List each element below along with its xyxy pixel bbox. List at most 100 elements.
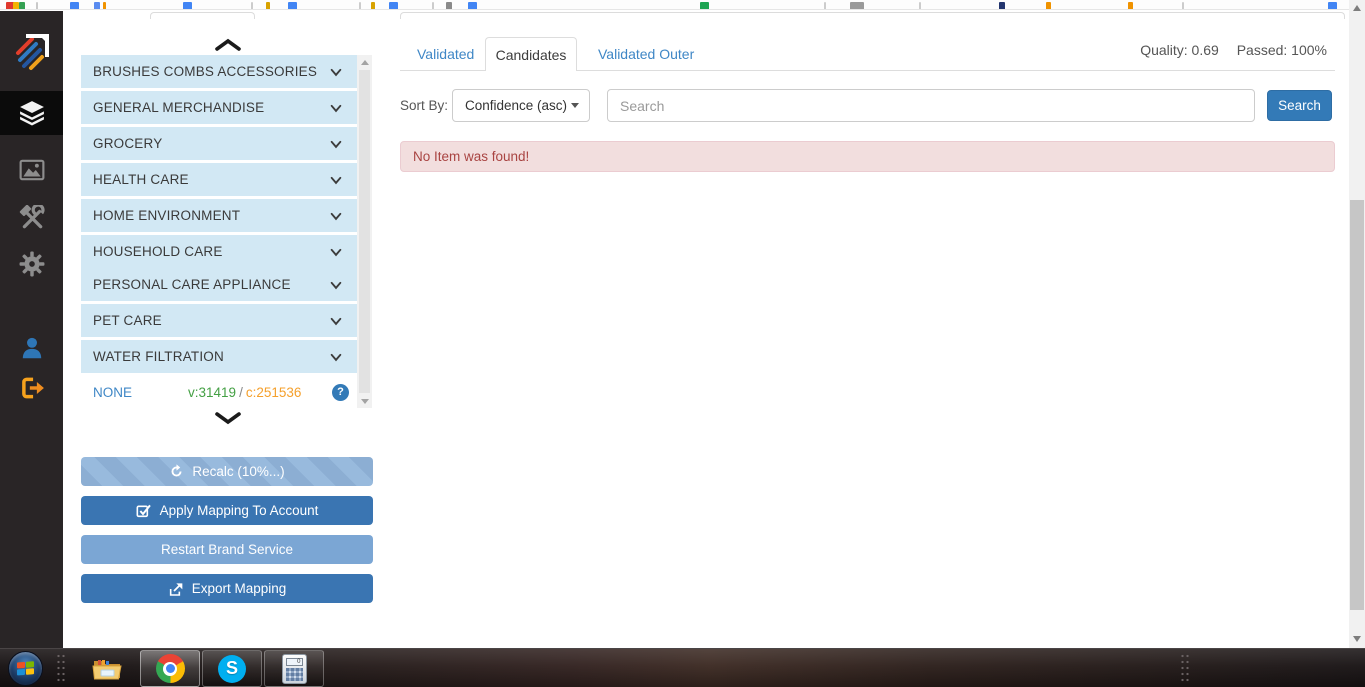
- chevron-down-icon: [571, 103, 579, 108]
- chevron-down-icon: [330, 140, 342, 148]
- chevron-down-icon: [330, 353, 342, 361]
- check-square-icon: [136, 504, 151, 517]
- bookmark-favicon[interactable]: [389, 2, 398, 9]
- restart-label: Restart Brand Service: [160, 542, 294, 557]
- windows-logo-icon: [17, 660, 34, 675]
- start-button[interactable]: [8, 651, 43, 686]
- category-row[interactable]: BRUSHES COMBS ACCESSORIES: [81, 55, 357, 88]
- calculator-icon: 0: [281, 653, 307, 684]
- bookmark-favicon[interactable]: [1182, 2, 1184, 9]
- category-row[interactable]: PERSONAL CARE APPLIANCE: [81, 265, 357, 301]
- chevron-down-icon: [330, 104, 342, 112]
- chevron-down-icon: [330, 317, 342, 325]
- bookmark-favicon[interactable]: [1046, 2, 1051, 9]
- stats-readout: Quality: 0.69 Passed: 100%: [1126, 42, 1327, 58]
- category-row[interactable]: PET CARE: [81, 304, 357, 337]
- sidebar-item-mapping[interactable]: [0, 91, 63, 135]
- recalc-button[interactable]: Recalc (10%...): [81, 457, 373, 486]
- browser-bookmarks-bar[interactable]: [0, 0, 1365, 10]
- browser-scrollbar[interactable]: [1349, 0, 1365, 648]
- bookmark-favicon[interactable]: [19, 2, 25, 9]
- scrollbar-down-arrow[interactable]: [357, 394, 372, 408]
- layers-icon: [19, 101, 44, 126]
- gear-icon: [19, 251, 44, 277]
- bookmark-favicon[interactable]: [36, 2, 38, 9]
- chevron-down-icon: [330, 248, 342, 256]
- bookmark-favicon[interactable]: [103, 2, 106, 9]
- taskbar-calculator[interactable]: 0: [264, 650, 324, 687]
- export-mapping-label: Export Mapping: [191, 581, 287, 596]
- scrollbar-up-arrow[interactable]: [357, 55, 372, 69]
- tab-candidates-label: Candidates: [495, 46, 567, 63]
- bookmark-favicon[interactable]: [266, 2, 270, 9]
- image-icon: [19, 159, 44, 181]
- bookmark-favicon[interactable]: [94, 2, 100, 9]
- chevron-down-icon: [330, 281, 342, 289]
- category-label: GROCERY: [93, 136, 163, 151]
- bookmark-favicon[interactable]: [1128, 2, 1133, 9]
- search-button[interactable]: Search: [1267, 90, 1332, 121]
- category-label: WATER FILTRATION: [93, 349, 224, 364]
- no-items-alert: No Item was found!: [400, 141, 1335, 172]
- bookmark-favicon[interactable]: [824, 2, 826, 9]
- tab-candidates[interactable]: Candidates: [485, 37, 577, 71]
- scrollbar-down-arrow[interactable]: [1353, 636, 1361, 642]
- category-row[interactable]: GROCERY: [81, 127, 357, 160]
- sidebar-item-logout[interactable]: [0, 366, 63, 410]
- none-category-row[interactable]: NONE v:31419/c:251536 ?: [81, 376, 357, 408]
- category-list-scrollbar[interactable]: [357, 55, 372, 408]
- category-row[interactable]: HEALTH CARE: [81, 163, 357, 196]
- apply-mapping-label: Apply Mapping To Account: [159, 503, 319, 518]
- sidebar-item-account[interactable]: [0, 326, 63, 370]
- bookmark-favicon[interactable]: [468, 2, 477, 9]
- bookmark-favicon[interactable]: [999, 2, 1005, 9]
- category-row[interactable]: WATER FILTRATION: [81, 340, 357, 373]
- bookmark-favicon[interactable]: [371, 2, 375, 9]
- passed-value: Passed: 100%: [1236, 42, 1327, 58]
- export-mapping-button[interactable]: Export Mapping: [81, 574, 373, 603]
- bookmark-favicon[interactable]: [700, 2, 709, 9]
- bookmark-favicon[interactable]: [288, 2, 297, 9]
- bookmark-favicon[interactable]: [919, 2, 921, 9]
- app-logo[interactable]: [10, 31, 52, 73]
- scrollbar-thumb[interactable]: [1350, 200, 1364, 610]
- scrollbar-up-arrow[interactable]: [1353, 5, 1361, 11]
- category-list: BRUSHES COMBS ACCESSORIES GENERAL MERCHA…: [81, 55, 357, 408]
- bookmark-favicon[interactable]: [251, 2, 253, 9]
- bookmark-favicon[interactable]: [183, 2, 192, 9]
- bookmark-favicon[interactable]: [359, 2, 361, 9]
- bookmark-favicon[interactable]: [446, 2, 452, 9]
- bookmark-favicon[interactable]: [850, 2, 864, 9]
- sort-select[interactable]: Confidence (asc): [452, 89, 590, 122]
- taskbar-chrome[interactable]: [140, 650, 200, 687]
- scrolled-content-top-edge: [400, 12, 1345, 19]
- search-input[interactable]: [607, 89, 1255, 122]
- sidebar-item-images[interactable]: [0, 148, 63, 192]
- taskbar-skype[interactable]: S: [202, 650, 262, 687]
- tab-validated-outer[interactable]: Validated Outer: [583, 37, 709, 71]
- category-row[interactable]: HOME ENVIRONMENT: [81, 199, 357, 232]
- list-scroll-down-chevron[interactable]: [214, 412, 242, 425]
- apply-mapping-button[interactable]: Apply Mapping To Account: [81, 496, 373, 525]
- restart-brand-service-button[interactable]: Restart Brand Service: [81, 535, 373, 564]
- category-row[interactable]: HOUSEHOLD CARE: [81, 235, 357, 268]
- category-row[interactable]: GENERAL MERCHANDISE: [81, 91, 357, 124]
- sidebar-item-tools[interactable]: [0, 196, 63, 240]
- category-label: HOME ENVIRONMENT: [93, 208, 241, 223]
- bookmark-favicon[interactable]: [1328, 2, 1337, 9]
- user-icon: [22, 337, 41, 359]
- list-scroll-up-chevron[interactable]: [214, 38, 242, 51]
- app-window: BRUSHES COMBS ACCESSORIES GENERAL MERCHA…: [0, 0, 1365, 687]
- help-icon[interactable]: ?: [332, 383, 349, 401]
- none-label[interactable]: NONE: [93, 385, 132, 400]
- bookmark-favicon[interactable]: [70, 2, 79, 9]
- tools-icon: [19, 205, 45, 229]
- tab-validated[interactable]: Validated: [402, 37, 489, 71]
- alert-message: No Item was found!: [413, 149, 530, 164]
- scrollbar-thumb[interactable]: [359, 70, 370, 393]
- category-label: BRUSHES COMBS ACCESSORIES: [93, 64, 318, 79]
- bookmark-favicon[interactable]: [432, 2, 434, 9]
- sidebar-item-settings[interactable]: [0, 242, 63, 286]
- sort-by-label: Sort By:: [400, 98, 449, 113]
- taskbar-file-explorer[interactable]: [78, 650, 138, 687]
